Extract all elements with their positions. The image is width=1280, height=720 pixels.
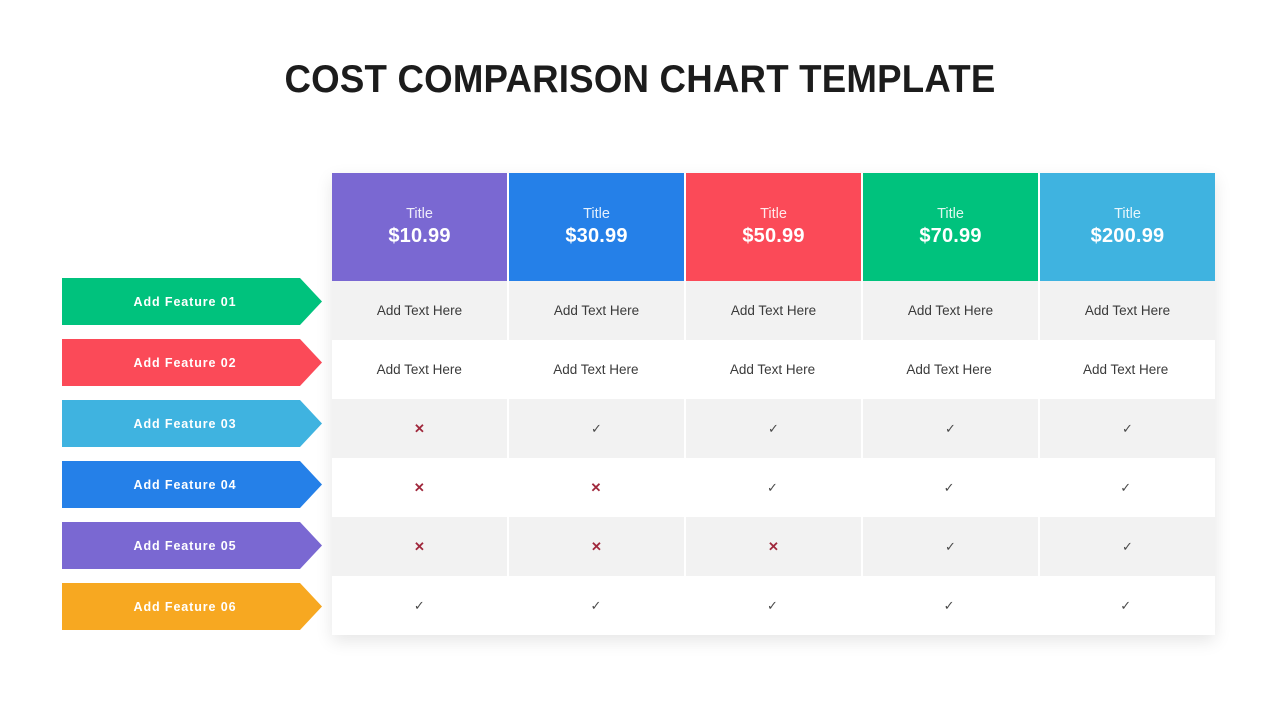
cross-icon: ✕: [590, 480, 602, 495]
table-cell-check: ✓: [685, 458, 862, 517]
table-cell-text: Add Text Here: [332, 281, 509, 340]
table-cell-check: ✓: [863, 399, 1040, 458]
table-cell-text: Add Text Here: [685, 340, 862, 399]
table-cell-check: ✓: [685, 576, 862, 635]
plan-price: $200.99: [1090, 225, 1165, 248]
check-icon: ✓: [1120, 480, 1132, 495]
table-cell-text: Add Text Here: [686, 281, 863, 340]
table-header-row: Title $10.99 Title $30.99 Title $50.99 Title $7…: [332, 173, 1215, 281]
feature-banner-label: Add Feature 01: [133, 294, 237, 309]
plan-title: Title: [937, 205, 964, 222]
cross-icon: ✕: [414, 539, 425, 554]
table-cell-check: ✓: [509, 399, 686, 458]
table-row: ✕ ✓ ✓ ✓ ✓: [332, 399, 1215, 458]
table-header-cell-5[interactable]: Title $200.99: [1040, 173, 1215, 281]
table-header-cell-3[interactable]: Title $50.99: [686, 173, 863, 281]
check-icon: ✓: [590, 598, 602, 613]
feature-banner-label: Add Feature 03: [133, 416, 237, 431]
table-header-cell-4[interactable]: Title $70.99: [863, 173, 1040, 281]
table-cell-cross: ✕: [332, 458, 509, 517]
plan-price: $30.99: [565, 225, 628, 248]
feature-banner-06[interactable]: Add Feature 06: [62, 583, 322, 630]
table-cell-check: ✓: [862, 576, 1039, 635]
plan-title: Title: [583, 205, 610, 222]
feature-banner-label: Add Feature 02: [133, 355, 237, 370]
check-icon: ✓: [768, 421, 779, 436]
plan-title: Title: [406, 205, 433, 222]
check-icon: ✓: [767, 598, 778, 613]
feature-banner-04[interactable]: Add Feature 04: [62, 461, 322, 508]
table-cell-text: Add Text Here: [509, 340, 686, 399]
table-cell-check: ✓: [686, 399, 863, 458]
check-icon: ✓: [767, 480, 778, 495]
table-cell-cross: ✕: [509, 517, 686, 576]
check-icon: ✓: [945, 421, 956, 436]
feature-banner-03[interactable]: Add Feature 03: [62, 400, 322, 447]
cross-icon: ✕: [414, 421, 425, 436]
table-cell-check: ✓: [862, 458, 1039, 517]
table-header-cell-2[interactable]: Title $30.99: [509, 173, 686, 281]
table-cell-text: Add Text Here: [332, 340, 509, 399]
feature-banner-label: Add Feature 04: [133, 477, 237, 492]
table-row: ✓ ✓ ✓ ✓ ✓: [332, 576, 1215, 635]
plan-price: $10.99: [388, 225, 451, 248]
table-cell-check: ✓: [1040, 517, 1215, 576]
table-row: ✕ ✕ ✓ ✓ ✓: [332, 458, 1215, 517]
check-icon: ✓: [1122, 421, 1133, 436]
feature-banner-01[interactable]: Add Feature 01: [62, 278, 322, 325]
table-cell-text: Add Text Here: [863, 281, 1040, 340]
comparison-table: Title $10.99 Title $30.99 Title $50.99 Title $7…: [332, 173, 1215, 635]
plan-price: $50.99: [742, 225, 805, 248]
table-body: Add Text Here Add Text Here Add Text Here A…: [332, 281, 1215, 635]
table-row: Add Text Here Add Text Here Add Text Here A…: [332, 340, 1215, 399]
table-cell-text: Add Text Here: [509, 281, 686, 340]
table-cell-check: ✓: [1038, 458, 1215, 517]
check-icon: ✓: [591, 421, 602, 436]
feature-banner-label: Add Feature 05: [133, 538, 237, 553]
page-title: COST COMPARISON CHART TEMPLATE: [284, 58, 996, 101]
plan-title: Title: [1114, 205, 1141, 222]
table-cell-check: ✓: [1038, 576, 1215, 635]
table-cell-cross: ✕: [509, 458, 686, 517]
table-row: ✕ ✕ ✕ ✓ ✓: [332, 517, 1215, 576]
feature-banner-05[interactable]: Add Feature 05: [62, 522, 322, 569]
feature-banner-02[interactable]: Add Feature 02: [62, 339, 322, 386]
table-cell-text: Add Text Here: [1038, 340, 1215, 399]
check-icon: ✓: [943, 598, 955, 613]
cross-icon: ✕: [768, 539, 779, 554]
table-cell-text: Add Text Here: [1084, 303, 1171, 318]
check-icon: ✓: [413, 598, 425, 613]
cross-icon: ✕: [591, 539, 602, 554]
table-header-cell-1[interactable]: Title $10.99: [332, 173, 509, 281]
check-icon: ✓: [945, 539, 956, 554]
check-icon: ✓: [943, 480, 955, 495]
table-cell-cross: ✕: [332, 399, 509, 458]
table-cell-check: ✓: [332, 576, 509, 635]
table-cell-check: ✓: [863, 517, 1040, 576]
feature-banner-list: Add Feature 01 Add Feature 02 Add Feature …: [62, 278, 322, 644]
check-icon: ✓: [1120, 598, 1132, 613]
plan-price: $70.99: [919, 225, 982, 248]
plan-title: Title: [760, 205, 787, 222]
feature-banner-label: Add Feature 06: [133, 599, 237, 614]
table-cell-text: Add Text Here: [862, 340, 1039, 399]
table-row: Add Text Here Add Text Here Add Text Here A…: [332, 281, 1215, 340]
cross-icon: ✕: [413, 480, 425, 495]
check-icon: ✓: [1122, 539, 1133, 554]
table-cell-cross: ✕: [332, 517, 509, 576]
table-cell-check: ✓: [509, 576, 686, 635]
table-cell-check: ✓: [1040, 399, 1215, 458]
table-cell-cross: ✕: [686, 517, 863, 576]
